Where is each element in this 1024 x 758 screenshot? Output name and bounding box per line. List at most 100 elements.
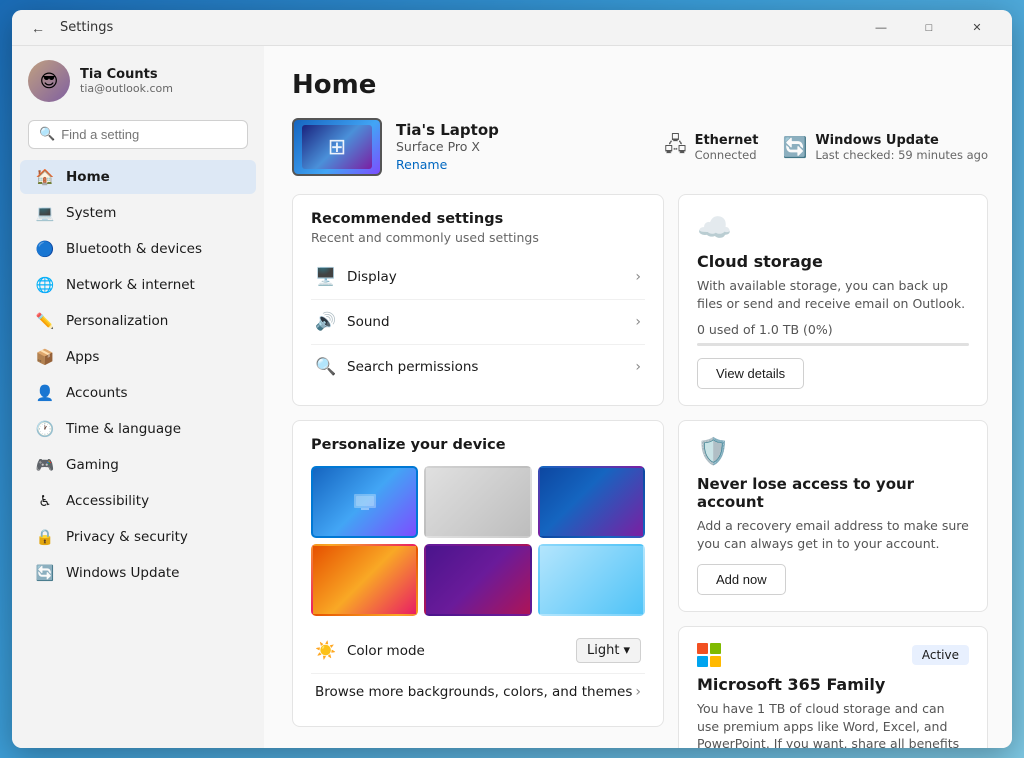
browse-label: Browse more backgrounds, colors, and the… (315, 684, 635, 700)
chevron-right-icon: › (635, 359, 641, 375)
settings-item-sound[interactable]: 🔊 Sound › (311, 300, 645, 345)
search-icon: 🔍 (39, 127, 55, 142)
cloud-storage-title: Cloud storage (697, 252, 969, 271)
device-thumbnail: ⊞ (292, 118, 382, 176)
ethernet-status: 🖧 Ethernet Connected (664, 130, 758, 164)
sidebar-item-label: Network & internet (66, 277, 195, 293)
color-mode-icon: ☀️ (315, 641, 347, 661)
sidebar-item-label: Bluetooth & devices (66, 241, 202, 257)
active-badge: Active (912, 645, 969, 665)
system-icon: 💻 (36, 204, 54, 222)
recommended-title: Recommended settings (311, 211, 645, 227)
color-mode-row: ☀️ Color mode Light ▾ (311, 628, 645, 674)
maximize-button[interactable]: □ (906, 10, 952, 46)
privacy-icon: 🔒 (36, 528, 54, 546)
status-items: 🖧 Ethernet Connected 🔄 Windows Update La… (664, 130, 988, 164)
main-content: Home ⊞ Tia's Laptop Surface Pro X Rename (264, 46, 1012, 748)
add-now-button[interactable]: Add now (697, 564, 786, 595)
titlebar: ← Settings — □ ✕ (12, 10, 1012, 46)
sidebar-item-privacy[interactable]: 🔒 Privacy & security (20, 520, 256, 554)
chevron-right-icon: › (635, 269, 641, 285)
storage-bar (697, 343, 969, 346)
sidebar-item-system[interactable]: 💻 System (20, 196, 256, 230)
color-mode-value: Light (587, 643, 619, 658)
close-button[interactable]: ✕ (954, 10, 1000, 46)
sidebar-item-home[interactable]: 🏠 Home (20, 160, 256, 194)
recommended-settings-card: Recommended settings Recent and commonly… (292, 194, 664, 406)
cloud-storage-description: With available storage, you can back up … (697, 277, 969, 312)
view-details-button[interactable]: View details (697, 358, 804, 389)
account-security-card: 🛡️ Never lose access to your account Add… (678, 420, 988, 612)
gaming-icon: 🎮 (36, 456, 54, 474)
sidebar-item-accounts[interactable]: 👤 Accounts (20, 376, 256, 410)
time-icon: 🕐 (36, 420, 54, 438)
windows-update-icon: 🔄 (782, 135, 807, 159)
personalize-card: Personalize your device (292, 420, 664, 727)
sidebar-item-label: Accessibility (66, 493, 149, 509)
wallpaper-option-1[interactable] (311, 466, 418, 538)
personalization-icon: ✏️ (36, 312, 54, 330)
window-controls: — □ ✕ (858, 10, 1000, 46)
accounts-icon: 👤 (36, 384, 54, 402)
search-permissions-icon: 🔍 (315, 357, 347, 377)
settings-item-search-permissions[interactable]: 🔍 Search permissions › (311, 345, 645, 389)
sidebar-item-personalization[interactable]: ✏️ Personalization (20, 304, 256, 338)
sound-label: Sound (347, 314, 635, 330)
shield-icon: 🛡️ (697, 437, 969, 467)
device-model: Surface Pro X (396, 139, 499, 154)
ethernet-label: Ethernet (695, 133, 759, 148)
back-button[interactable]: ← (24, 14, 52, 42)
profile-section: 😎 Tia Counts tia@outlook.com (12, 46, 264, 116)
chevron-right-icon: › (635, 314, 641, 330)
recommended-subtitle: Recent and commonly used settings (311, 230, 645, 245)
profile-name: Tia Counts (80, 67, 173, 82)
settings-item-display[interactable]: 🖥️ Display › (311, 255, 645, 300)
wallpaper-option-3[interactable] (538, 466, 645, 538)
sidebar-item-apps[interactable]: 📦 Apps (20, 340, 256, 374)
accessibility-icon: ♿ (36, 492, 54, 510)
display-icon: 🖥️ (315, 267, 347, 287)
apps-icon: 📦 (36, 348, 54, 366)
wallpaper-option-6[interactable] (538, 544, 645, 616)
wallpaper-option-2[interactable] (424, 466, 531, 538)
color-mode-select[interactable]: Light ▾ (576, 638, 641, 663)
account-security-description: Add a recovery email address to make sur… (697, 517, 969, 552)
settings-list: 🖥️ Display › 🔊 Sound › 🔍 (311, 255, 645, 389)
sidebar-item-accessibility[interactable]: ♿ Accessibility (20, 484, 256, 518)
minimize-button[interactable]: — (858, 10, 904, 46)
sidebar-item-label: Home (66, 169, 110, 185)
sidebar-item-time[interactable]: 🕐 Time & language (20, 412, 256, 446)
sidebar-item-network[interactable]: 🌐 Network & internet (20, 268, 256, 302)
home-icon: 🏠 (36, 168, 54, 186)
sidebar-item-label: Accounts (66, 385, 128, 401)
cloud-icon: ☁️ (697, 211, 969, 244)
account-security-title: Never lose access to your account (697, 475, 969, 511)
chevron-right-icon: › (635, 684, 641, 700)
update-icon: 🔄 (36, 564, 54, 582)
personalize-title: Personalize your device (311, 437, 645, 453)
profile-email: tia@outlook.com (80, 82, 173, 95)
device-status-row: ⊞ Tia's Laptop Surface Pro X Rename 🖧 Et… (292, 118, 988, 176)
rename-link[interactable]: Rename (396, 157, 447, 172)
wallpaper-option-5[interactable] (424, 544, 531, 616)
sidebar-item-bluetooth[interactable]: 🔵 Bluetooth & devices (20, 232, 256, 266)
sidebar-item-label: Gaming (66, 457, 119, 473)
ms365-title: Microsoft 365 Family (697, 675, 969, 694)
device-name: Tia's Laptop (396, 121, 499, 139)
search-input[interactable] (61, 127, 237, 142)
wallpaper-option-4[interactable] (311, 544, 418, 616)
ms365-card: Active Microsoft 365 Family You have 1 T… (678, 626, 988, 748)
sidebar-item-label: Windows Update (66, 565, 179, 581)
update-sub: Last checked: 59 minutes ago (815, 148, 988, 162)
display-label: Display (347, 269, 635, 285)
browse-themes-row[interactable]: Browse more backgrounds, colors, and the… (311, 674, 645, 710)
sidebar-item-update[interactable]: 🔄 Windows Update (20, 556, 256, 590)
sidebar-item-label: System (66, 205, 116, 221)
sidebar-item-gaming[interactable]: 🎮 Gaming (20, 448, 256, 482)
right-column: ☁️ Cloud storage With available storage,… (678, 194, 988, 748)
page-title: Home (292, 70, 988, 100)
cloud-storage-card: ☁️ Cloud storage With available storage,… (678, 194, 988, 406)
settings-window: ← Settings — □ ✕ 😎 Tia Counts tia@outloo… (12, 10, 1012, 748)
sidebar-item-label: Time & language (66, 421, 181, 437)
search-box[interactable]: 🔍 (28, 120, 248, 149)
